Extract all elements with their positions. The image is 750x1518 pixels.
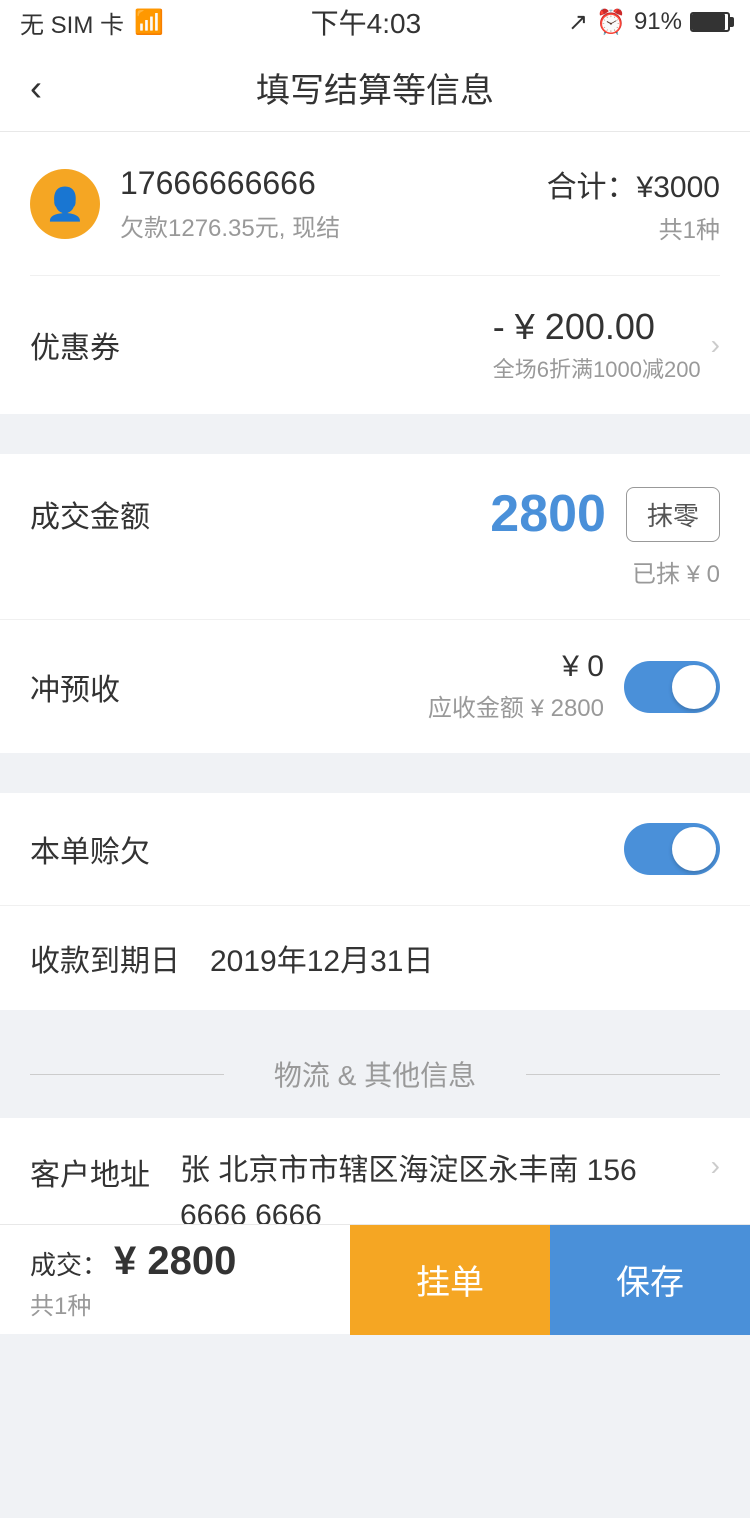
user-debt: 欠款1276.35元, 现结	[120, 208, 340, 243]
debt-section: 本单赊欠	[0, 793, 750, 905]
coupon-chevron-icon: ›	[711, 329, 720, 361]
prepay-amount: ¥ 0	[428, 650, 604, 684]
debt-toggle-thumb	[672, 827, 716, 871]
bottom-deal-label: 成交：	[30, 1245, 108, 1282]
bottom-deal-amount: ¥ 2800	[114, 1239, 320, 1284]
coupon-desc: 全场6折满1000减200	[493, 352, 701, 384]
section-gap-1	[0, 434, 750, 454]
amount-label: 成交金额	[30, 492, 150, 536]
prepay-toggle[interactable]	[624, 661, 720, 713]
bottom-bar: 成交： ¥ 2800 共1种 挂单 保存	[0, 1224, 750, 1334]
logistics-title: 物流 & 其他信息	[274, 1054, 476, 1094]
coupon-right: - ¥ 200.00 全场6折满1000减200 ›	[493, 306, 720, 384]
coupon-row[interactable]: 优惠券 - ¥ 200.00 全场6折满1000减200 ›	[0, 276, 750, 414]
status-left: 无 SIM 卡 📶	[20, 5, 164, 40]
prepay-label: 冲预收	[30, 665, 120, 709]
prepay-receivable: 应收金额 ¥ 2800	[428, 688, 604, 723]
coupon-label: 优惠券	[30, 323, 120, 367]
coupon-amount: - ¥ 200.00	[493, 306, 701, 348]
battery-percent: 91%	[634, 8, 682, 36]
bottom-info: 成交： ¥ 2800 共1种	[0, 1239, 350, 1321]
prepay-amount-wrap: ¥ 0 应收金额 ¥ 2800	[428, 650, 604, 723]
user-row: 👤 17666666666 欠款1276.35元, 现结 合计：¥3000 共1…	[0, 132, 750, 275]
back-button[interactable]: ‹	[30, 67, 42, 109]
avatar: 👤	[30, 169, 100, 239]
toggle-thumb	[672, 665, 716, 709]
prepay-row: 冲预收 ¥ 0 应收金额 ¥ 2800	[30, 650, 720, 723]
user-left: 👤 17666666666 欠款1276.35元, 现结	[30, 165, 340, 243]
total-count: 共1种	[547, 210, 720, 245]
address-chevron-icon: ›	[711, 1148, 720, 1182]
user-info: 17666666666 欠款1276.35元, 现结	[120, 165, 340, 243]
save-button[interactable]: 保存	[550, 1225, 750, 1335]
user-right: 合计：¥3000 共1种	[547, 162, 720, 245]
nav-bar: ‹ 填写结算等信息	[0, 44, 750, 132]
bottom-deal-row: 成交： ¥ 2800	[30, 1239, 320, 1284]
logistics-line-right	[526, 1074, 720, 1075]
prepay-section: 冲预收 ¥ 0 应收金额 ¥ 2800	[0, 619, 750, 753]
hold-button[interactable]: 挂单	[350, 1225, 550, 1335]
logistics-line-left	[30, 1074, 224, 1075]
section-gap-2	[0, 753, 750, 773]
duedate-value: 2019年12月31日	[210, 936, 433, 980]
sim-icon: 无 SIM 卡	[20, 5, 124, 40]
bottom-deal-count: 共1种	[30, 1286, 320, 1321]
user-phone: 17666666666	[120, 165, 340, 202]
debt-label: 本单赊欠	[30, 827, 150, 871]
wifi-icon: 📶	[134, 8, 164, 37]
amount-section: 成交金额 2800 抹零 已抹 ¥ 0	[0, 454, 750, 619]
user-info-card: 👤 17666666666 欠款1276.35元, 现结 合计：¥3000 共1…	[0, 132, 750, 414]
round-button[interactable]: 抹零	[626, 487, 720, 542]
address-label: 客户地址	[30, 1148, 150, 1194]
duedate-section: 收款到期日 2019年12月31日	[0, 905, 750, 1010]
battery-icon	[690, 12, 730, 32]
amount-row: 成交金额 2800 抹零	[30, 484, 720, 544]
status-time: 下午4:03	[311, 2, 422, 42]
location-icon: ↗	[568, 8, 588, 37]
debt-card: 本单赊欠 收款到期日 2019年12月31日	[0, 793, 750, 1010]
debt-toggle[interactable]	[624, 823, 720, 875]
alarm-icon: ⏰	[596, 8, 626, 37]
status-right: ↗ ⏰ 91%	[568, 8, 730, 37]
amount-value-wrap: 2800 抹零	[490, 484, 720, 544]
logistics-header: 物流 & 其他信息	[0, 1030, 750, 1118]
already-erased: 已抹 ¥ 0	[632, 561, 720, 588]
prepay-right: ¥ 0 应收金额 ¥ 2800	[428, 650, 720, 723]
total-amount: 合计：¥3000	[547, 162, 720, 206]
duedate-label: 收款到期日	[30, 936, 180, 980]
amount-value: 2800	[490, 484, 606, 544]
amount-card: 成交金额 2800 抹零 已抹 ¥ 0 冲预收 ¥ 0 应收金额 ¥ 2800	[0, 454, 750, 753]
status-bar: 无 SIM 卡 📶 下午4:03 ↗ ⏰ 91%	[0, 0, 750, 44]
page-title: 填写结算等信息	[256, 63, 494, 112]
